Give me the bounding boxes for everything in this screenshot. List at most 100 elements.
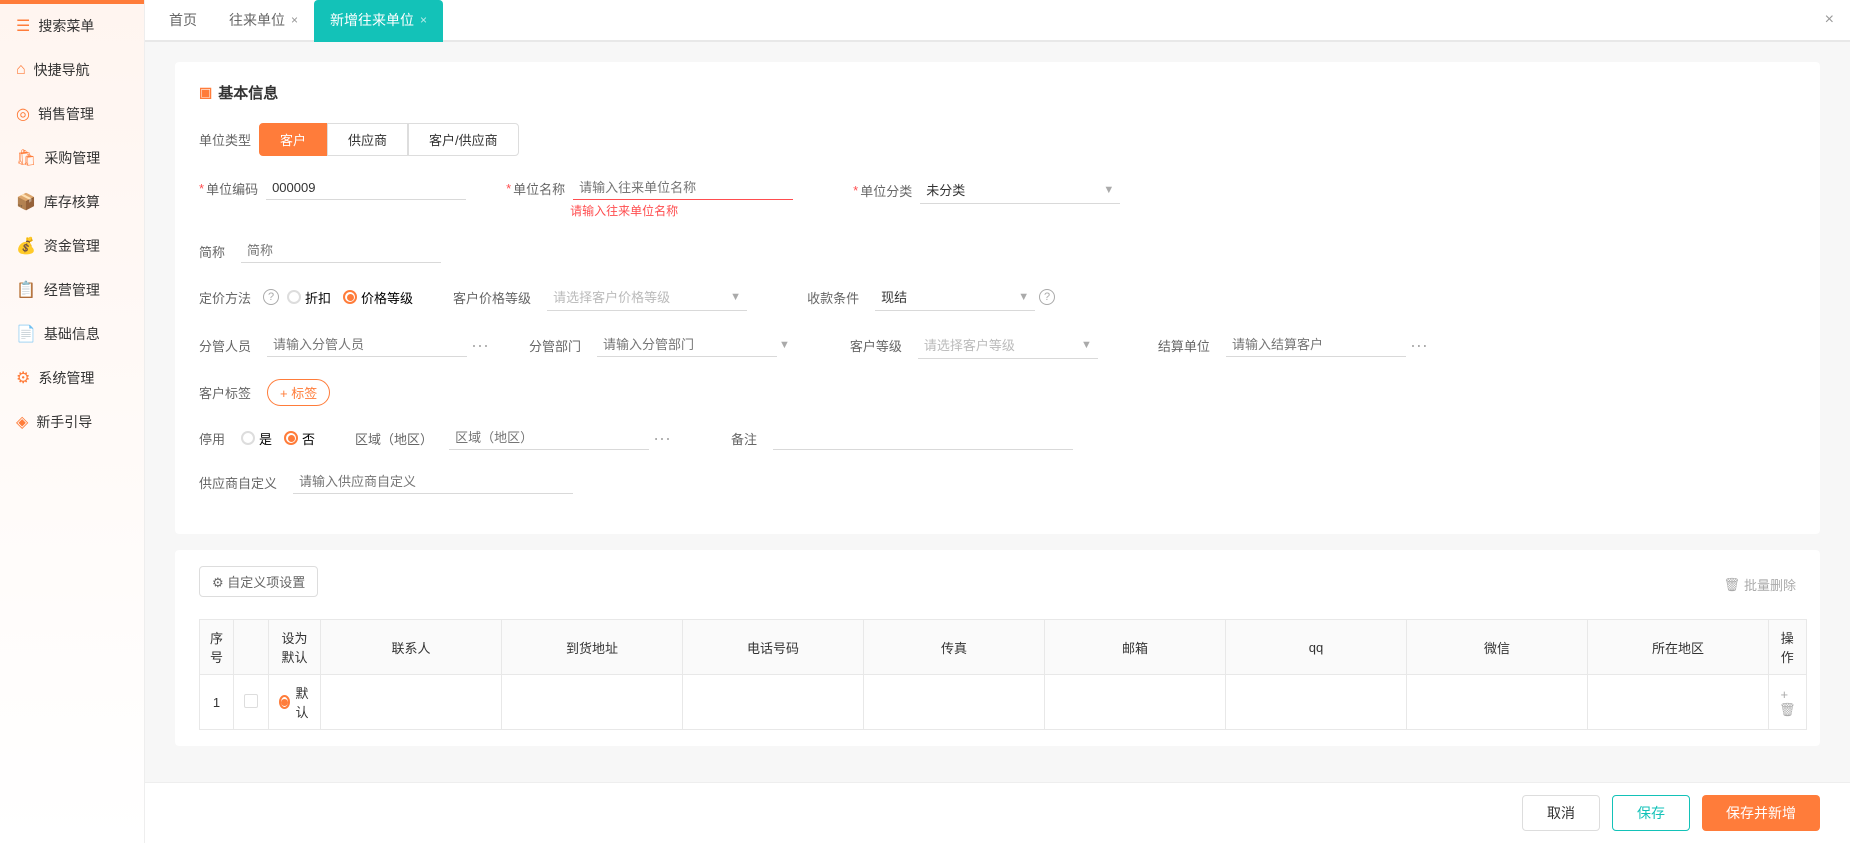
manager-more-icon[interactable]: ··· (471, 335, 489, 356)
customer-price-level-select[interactable]: 请选择客户价格等级 ▼ (547, 283, 747, 311)
row-qq-input[interactable] (1236, 691, 1396, 714)
supplier-custom-input[interactable] (293, 470, 573, 494)
settlement-unit-label: 结算单位 (1158, 336, 1210, 355)
customer-level-select[interactable]: 请选择客户等级 ▼ (918, 331, 1098, 359)
region-more-icon[interactable]: ··· (653, 428, 671, 449)
sidebar-item-shortcuts[interactable]: ⌂ 快捷导航 (0, 48, 144, 92)
unit-type-field: 单位类型 客户 供应商 客户/供应商 (199, 123, 519, 156)
row-region[interactable] (1588, 675, 1769, 730)
payment-terms-field: 收款条件 现结 ▼ ? (807, 283, 1055, 311)
table-section: ⚙ 自定义项设置 🗑 批量删除 序号 设为默认 联系人 到货地址 电话号码 传真 (175, 550, 1820, 746)
row-region-input[interactable] (1598, 691, 1758, 714)
manager-label: 分管人员 (199, 336, 251, 355)
row-email-input[interactable] (1055, 691, 1215, 714)
custom-settings-button[interactable]: ⚙ 自定义项设置 (199, 566, 318, 597)
window-close-button[interactable]: × (1817, 7, 1842, 33)
row-phone[interactable] (683, 675, 864, 730)
region-label: 区域（地区） (355, 429, 433, 448)
add-tag-button[interactable]: + 标签 (267, 379, 330, 406)
unit-type-row: 单位类型 客户 供应商 客户/供应商 (199, 123, 1796, 156)
row-email[interactable] (1045, 675, 1226, 730)
department-input[interactable] (597, 333, 777, 357)
short-name-input[interactable] (241, 239, 441, 263)
pricing-row: 定价方法 ? 折扣 价格等级 客户价格等级 (199, 283, 1796, 311)
unit-type-both-btn[interactable]: 客户/供应商 (408, 123, 519, 156)
sidebar-item-inventory[interactable]: 📦 库存核算 (0, 180, 144, 224)
settlement-unit-input[interactable] (1226, 333, 1406, 357)
tag-row: 客户标签 + 标签 (199, 379, 1796, 406)
sidebar-item-operations[interactable]: 📋 经营管理 (0, 268, 144, 312)
sidebar-item-label: 系统管理 (38, 368, 94, 388)
row-fax[interactable] (864, 675, 1045, 730)
region-field: 区域（地区） ··· (355, 426, 671, 450)
save-new-button[interactable]: 保存并新增 (1702, 795, 1820, 831)
unit-name-input[interactable] (573, 176, 793, 200)
save-button[interactable]: 保存 (1612, 795, 1690, 831)
col-wechat: 微信 (1407, 620, 1588, 675)
sidebar-item-sales[interactable]: ◎ 销售管理 (0, 92, 144, 136)
disabled-no-radio[interactable]: 否 (284, 429, 315, 448)
short-name-row: 简称 (199, 239, 1796, 263)
row-fax-input[interactable] (874, 691, 1034, 714)
customer-level-field: 客户等级 请选择客户等级 ▼ (850, 331, 1098, 359)
unit-code-input[interactable] (266, 176, 466, 200)
row-default-radio[interactable]: 默认 (279, 683, 310, 721)
short-name-label: 简称 (199, 242, 225, 261)
row-contact-input[interactable] (331, 691, 491, 714)
manager-row: 分管人员 ··· 分管部门 ▼ 客户等级 请选择客户等级 ▼ (199, 331, 1796, 359)
manager-input[interactable] (267, 333, 467, 357)
pricing-level-radio[interactable]: 价格等级 (343, 288, 413, 307)
row-wechat[interactable] (1407, 675, 1588, 730)
cancel-button[interactable]: 取消 (1522, 795, 1600, 831)
close-icon[interactable]: × (291, 13, 298, 27)
section-title: ▣ 基本信息 (199, 82, 1796, 103)
add-row-icon[interactable]: + (1780, 687, 1788, 702)
row-seq: 1 (200, 675, 234, 730)
unit-type-customer-btn[interactable]: 客户 (259, 123, 327, 156)
disabled-yes-radio[interactable]: 是 (241, 429, 272, 448)
radio-circle-discount (287, 290, 301, 304)
payment-help-icon[interactable]: ? (1039, 289, 1055, 305)
tab-contacts[interactable]: 往来单位 × (213, 0, 314, 42)
row-qq[interactable] (1226, 675, 1407, 730)
sidebar-item-finance[interactable]: 💰 资金管理 (0, 224, 144, 268)
region-input[interactable] (449, 426, 649, 450)
delete-icon: 🗑 (1723, 577, 1740, 593)
row-action: + 🗑 (1769, 675, 1807, 730)
form-area: ▣ 基本信息 单位类型 客户 供应商 客户/供应商 * (145, 42, 1850, 782)
close-icon[interactable]: × (420, 13, 427, 27)
row-phone-input[interactable] (693, 691, 853, 714)
search-icon: ☰ (16, 16, 30, 36)
bulk-delete-button[interactable]: 🗑 批量删除 (1723, 575, 1796, 594)
sidebar-item-system[interactable]: ⚙ 系统管理 (0, 356, 144, 400)
delete-row-icon[interactable]: 🗑 (1779, 702, 1796, 717)
payment-terms-select[interactable]: 现结 ▼ (875, 283, 1035, 311)
row-wechat-input[interactable] (1417, 691, 1577, 714)
customer-price-level-field: 客户价格等级 请选择客户价格等级 ▼ (453, 283, 747, 311)
unit-category-select[interactable]: 未分类 ▼ (920, 176, 1120, 204)
pricing-discount-radio[interactable]: 折扣 (287, 288, 331, 307)
remark-input[interactable] (773, 426, 1073, 450)
tab-new-contact[interactable]: 新增往来单位 × (314, 0, 443, 42)
settlement-more-icon[interactable]: ··· (1410, 335, 1428, 356)
col-email: 邮箱 (1045, 620, 1226, 675)
tab-home[interactable]: 首页 (153, 0, 213, 42)
unit-name-field-col: * 单位名称 请输入往来单位名称 (506, 176, 793, 219)
disabled-field: 停用 是 否 (199, 429, 315, 448)
row-address[interactable] (502, 675, 683, 730)
sidebar-item-purchase[interactable]: 🛍 采购管理 (0, 136, 144, 180)
department-label: 分管部门 (529, 336, 581, 355)
row-contact[interactable] (321, 675, 502, 730)
row-checkbox[interactable] (244, 694, 258, 708)
sidebar-item-basic-info[interactable]: 📄 基础信息 (0, 312, 144, 356)
pricing-help-icon[interactable]: ? (263, 289, 279, 305)
sidebar-item-guide[interactable]: ◈ 新手引导 (0, 400, 144, 444)
customer-tag-field: 客户标签 + 标签 (199, 379, 330, 406)
basic-info-section: ▣ 基本信息 单位类型 客户 供应商 客户/供应商 * (175, 62, 1820, 534)
sidebar-item-search[interactable]: ☰ 搜索菜单 (0, 4, 144, 48)
row-checkbox-cell[interactable] (234, 675, 269, 730)
unit-type-supplier-btn[interactable]: 供应商 (327, 123, 408, 156)
row-address-input[interactable] (512, 691, 672, 714)
payment-terms-label: 收款条件 (807, 288, 859, 307)
tab-label: 首页 (169, 10, 197, 30)
